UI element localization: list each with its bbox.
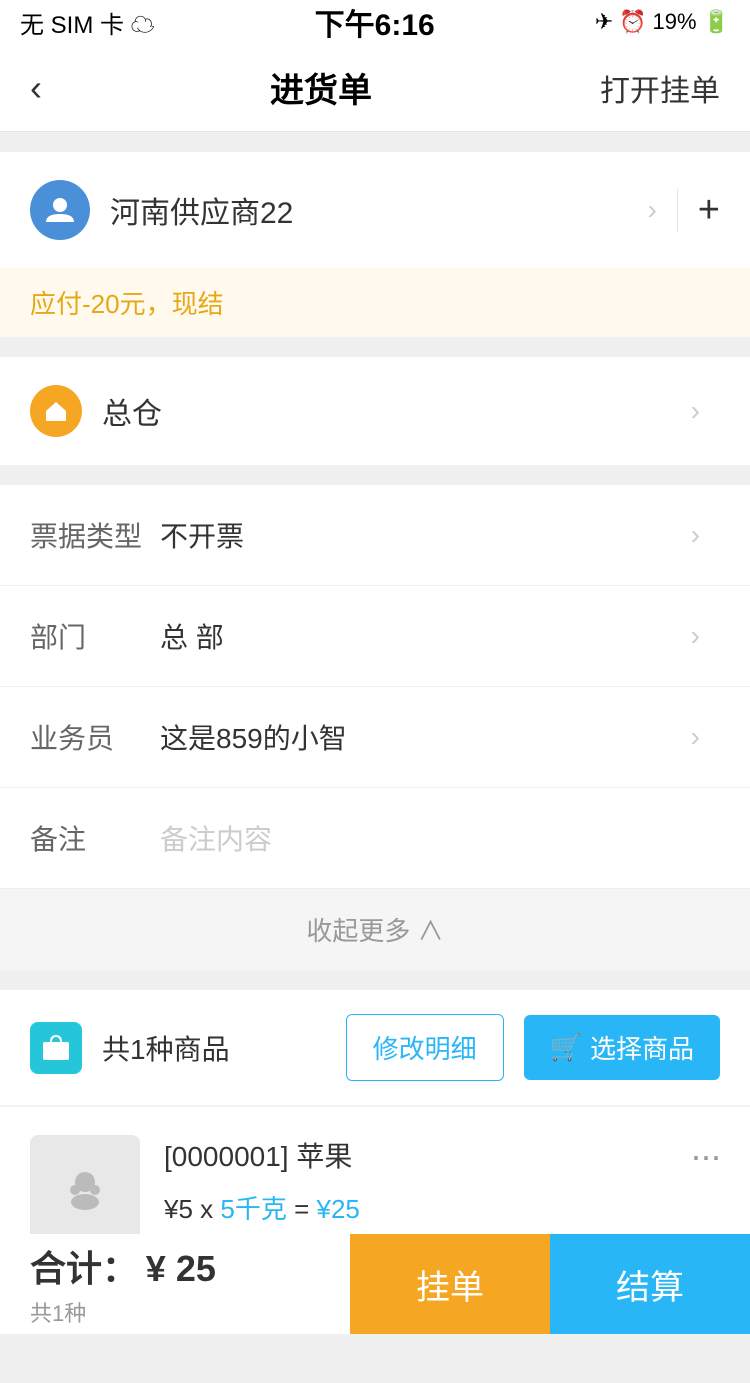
- gap-3: [0, 465, 750, 485]
- product-code: [0000001]: [164, 1141, 289, 1172]
- gap-2: [0, 337, 750, 357]
- department-value: 总 部: [160, 616, 691, 656]
- footer-total: 合计： ¥ 25 共1种: [0, 1234, 350, 1334]
- open-pending-button[interactable]: 打开挂单: [600, 66, 720, 110]
- cart-icon: 🛒: [550, 1032, 582, 1063]
- invoice-type-label: 票据类型: [30, 515, 160, 555]
- department-row[interactable]: 部门 总 部 ›: [0, 585, 750, 686]
- checkout-button[interactable]: 结算: [550, 1234, 750, 1334]
- product-count-label: 共1种商品: [102, 1028, 326, 1068]
- remark-row[interactable]: 备注 备注内容: [0, 787, 750, 888]
- nav-bar: ‹ 进货单 打开挂单: [0, 44, 750, 132]
- product-header-icon: [30, 1022, 82, 1074]
- supplier-name: 河南供应商22: [110, 188, 647, 232]
- supplier-card: 河南供应商22 › + 应付-20元，现结: [0, 152, 750, 337]
- department-label: 部门: [30, 616, 160, 656]
- invoice-chevron-icon: ›: [691, 519, 700, 551]
- product-header: 共1种商品 修改明细 🛒 选择商品: [0, 990, 750, 1106]
- warehouse-chevron-icon: ›: [691, 395, 700, 427]
- edit-detail-button[interactable]: 修改明细: [346, 1014, 504, 1081]
- chevron-right-icon: ›: [647, 194, 656, 226]
- product-title: 苹果: [296, 1141, 352, 1172]
- status-bar: 无 SIM 卡 ☁ 下午6:16 ✈ ⏰ 19% 🔋: [0, 0, 750, 44]
- sales-chevron-icon: ›: [691, 721, 700, 753]
- warehouse-icon: [30, 385, 82, 437]
- battery-icon: 🔋: [703, 9, 730, 35]
- subtotal: ¥25: [317, 1194, 360, 1224]
- battery-text: 19%: [653, 9, 697, 35]
- multiply-sign: x: [200, 1194, 220, 1224]
- total-label: 合计：: [30, 1248, 138, 1289]
- form-card: 票据类型 不开票 › 部门 总 部 › 业务员 这是859的小智 › 备注 备注…: [0, 485, 750, 970]
- supplier-row[interactable]: 河南供应商22 › +: [0, 152, 750, 268]
- add-supplier-button[interactable]: +: [677, 189, 720, 232]
- suspend-button[interactable]: 挂单: [350, 1234, 550, 1334]
- equals-sign: =: [294, 1194, 316, 1224]
- signal-text: 无 SIM 卡 ☁: [20, 5, 155, 40]
- gap-4: [0, 970, 750, 990]
- quantity: 5千克: [220, 1194, 286, 1224]
- total-amount: ¥ 25: [146, 1248, 216, 1289]
- product-thumbnail: [30, 1135, 140, 1245]
- product-name: [0000001] 苹果: [164, 1135, 666, 1175]
- gap-1: [0, 132, 750, 152]
- page-title: 进货单: [270, 63, 372, 112]
- footer-bar: 合计： ¥ 25 共1种 挂单 结算: [0, 1234, 750, 1334]
- salesperson-label: 业务员: [30, 717, 160, 757]
- alarm-icon: ⏰: [619, 9, 646, 35]
- status-time: 下午6:16: [315, 0, 435, 44]
- total-amount-line: 合计： ¥ 25: [30, 1240, 320, 1292]
- warehouse-row[interactable]: 总仓 ›: [0, 357, 750, 465]
- location-icon: ✈: [595, 9, 613, 35]
- invoice-type-row[interactable]: 票据类型 不开票 ›: [0, 485, 750, 585]
- remark-input[interactable]: 备注内容: [160, 818, 720, 858]
- supplier-avatar: [30, 180, 90, 240]
- dept-chevron-icon: ›: [691, 620, 700, 652]
- total-count: 共1种: [30, 1296, 320, 1328]
- checkout-label: 结算: [616, 1260, 684, 1309]
- salesperson-value: 这是859的小智: [160, 717, 691, 757]
- products-card: 共1种商品 修改明细 🛒 选择商品 [0000001] 苹果 ¥5 x: [0, 990, 750, 1273]
- status-right: ✈ ⏰ 19% 🔋: [595, 9, 730, 35]
- supplier-notice: 应付-20元，现结: [0, 268, 750, 337]
- collapse-button[interactable]: 收起更多 ∧: [0, 888, 750, 970]
- select-product-label: 选择商品: [590, 1029, 694, 1066]
- more-options-button[interactable]: ···: [690, 1135, 720, 1177]
- product-price-line: ¥5 x 5千克 = ¥25: [164, 1189, 666, 1226]
- suspend-label: 挂单: [416, 1260, 484, 1309]
- remark-label: 备注: [30, 818, 160, 858]
- unit-price: ¥5: [164, 1194, 193, 1224]
- product-info: [0000001] 苹果 ¥5 x 5千克 = ¥25: [164, 1135, 666, 1226]
- status-left: 无 SIM 卡 ☁: [20, 5, 155, 40]
- warehouse-name: 总仓: [102, 389, 691, 433]
- warehouse-card: 总仓 ›: [0, 357, 750, 465]
- back-button[interactable]: ‹: [30, 67, 42, 109]
- salesperson-row[interactable]: 业务员 这是859的小智 ›: [0, 686, 750, 787]
- select-product-button[interactable]: 🛒 选择商品: [524, 1015, 720, 1080]
- invoice-type-value: 不开票: [160, 515, 691, 555]
